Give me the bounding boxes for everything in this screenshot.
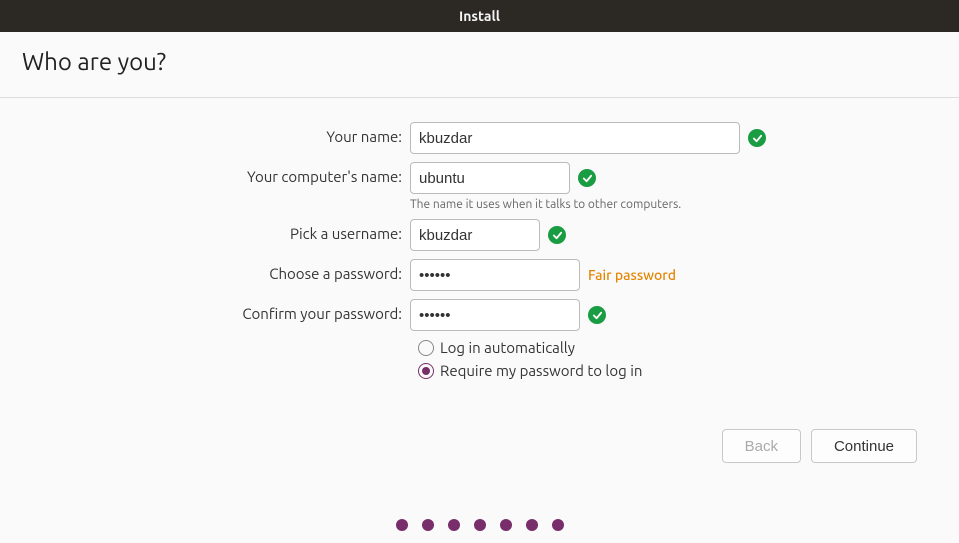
password-label: Choose a password: <box>20 259 410 282</box>
progress-dot <box>552 519 564 531</box>
page-header: Who are you? <box>0 32 959 98</box>
username-label: Pick a username: <box>20 219 410 242</box>
progress-dot <box>396 519 408 531</box>
computer-label: Your computer's name: <box>20 162 410 185</box>
password-input[interactable] <box>410 259 580 291</box>
page-title: Who are you? <box>22 48 937 75</box>
confirm-label: Confirm your password: <box>20 299 410 322</box>
progress-dot <box>448 519 460 531</box>
progress-dot <box>526 519 538 531</box>
confirm-input[interactable] <box>410 299 580 331</box>
radio-login-require[interactable]: Require my password to log in <box>418 362 939 379</box>
computer-input[interactable] <box>410 162 570 194</box>
back-button: Back <box>722 429 801 463</box>
computer-hint: The name it uses when it talks to other … <box>410 198 681 211</box>
progress-dots <box>20 519 939 531</box>
radio-icon <box>418 340 434 356</box>
form-content: Your name: Your computer's name: The nam… <box>0 98 959 543</box>
progress-dot <box>474 519 486 531</box>
radio-label: Log in automatically <box>440 339 575 356</box>
check-icon <box>748 129 766 147</box>
check-icon <box>578 169 596 187</box>
continue-button[interactable]: Continue <box>811 429 917 463</box>
radio-login-auto[interactable]: Log in automatically <box>418 339 939 356</box>
window-title: Install <box>459 8 500 24</box>
username-input[interactable] <box>410 219 540 251</box>
password-strength: Fair password <box>588 267 676 283</box>
name-input[interactable] <box>410 122 740 154</box>
check-icon <box>588 306 606 324</box>
radio-icon <box>418 363 434 379</box>
radio-label: Require my password to log in <box>440 362 642 379</box>
progress-dot <box>500 519 512 531</box>
window-titlebar: Install <box>0 0 959 32</box>
name-label: Your name: <box>20 122 410 145</box>
check-icon <box>548 226 566 244</box>
progress-dot <box>422 519 434 531</box>
footer: Back Continue <box>20 429 939 463</box>
